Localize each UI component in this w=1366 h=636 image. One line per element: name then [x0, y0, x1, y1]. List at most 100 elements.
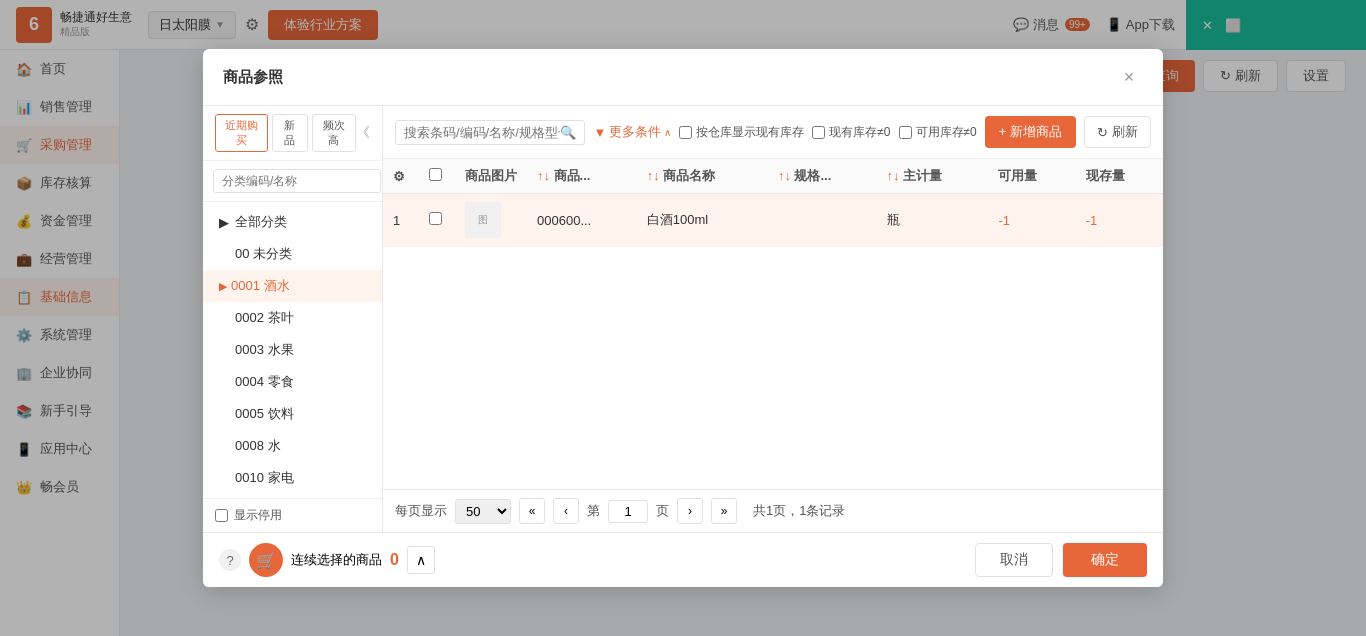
row-image-cell: 图 [455, 194, 527, 247]
sort-spec-icon: ↑↓ [778, 168, 791, 183]
product-table: ⚙ 商品图片 ↑↓ 商品... [383, 159, 1163, 247]
product-table-wrap: ⚙ 商品图片 ↑↓ 商品... [383, 159, 1163, 489]
page-label: 第 [587, 502, 600, 520]
dialog-close-button[interactable]: × [1115, 63, 1143, 91]
existing-stock-checkbox[interactable] [812, 126, 825, 139]
category-item-0004[interactable]: 0004 零食 [203, 366, 382, 398]
cat-arrow-placeholder: ▶ [219, 215, 231, 230]
table-header-name[interactable]: ↑↓ 商品名称 [637, 159, 768, 194]
table-row[interactable]: 1 图 000600... 白酒100ml [383, 194, 1163, 247]
dialog-body: 近期购买 新品 频次高 《 🔍 ▶ [203, 106, 1163, 532]
toolbar-right: + 新增商品 ↻ 刷新 [985, 116, 1151, 148]
refresh-icon: ↻ [1097, 125, 1108, 140]
dialog: 商品参照 × 近期购买 新品 频次高 《 [203, 49, 1163, 587]
collapse-selection-btn[interactable]: ∧ [407, 546, 435, 574]
sort-name-icon: ↑↓ [647, 168, 660, 183]
row-checkbox[interactable] [429, 212, 442, 225]
category-item-0002[interactable]: 0002 茶叶 [203, 302, 382, 334]
available-stock-checkbox-row: 可用库存≠0 [899, 124, 977, 141]
existing-stock-checkbox-row: 现有库存≠0 [812, 124, 890, 141]
page-size-select[interactable]: 50 100 200 [455, 499, 511, 524]
dialog-footer: ? 🛒 连续选择的商品 0 ∧ 取消 确定 [203, 532, 1163, 587]
category-item-all[interactable]: ▶ 全部分类 [203, 206, 382, 238]
table-header-settings[interactable]: ⚙ [383, 159, 419, 194]
warehouse-label: 按仓库显示现有库存 [696, 124, 804, 141]
page-size-label: 每页显示 [395, 502, 447, 520]
row-available: -1 [988, 194, 1075, 247]
footer-left: ? 🛒 连续选择的商品 0 ∧ [219, 543, 435, 577]
footer-right: 取消 确定 [975, 543, 1147, 577]
row-name: 白酒100ml [637, 194, 768, 247]
available-stock-label: 可用库存≠0 [916, 124, 977, 141]
category-item-0001[interactable]: ▶ 0001 酒水 [203, 270, 382, 302]
category-nav-btns: 近期购买 新品 频次高 [215, 114, 356, 152]
row-code: 000600... [527, 194, 637, 247]
prev-page-btn[interactable]: ‹ [553, 498, 579, 524]
table-header-stock: 现存量 [1076, 159, 1163, 194]
table-header-available: 可用量 [988, 159, 1075, 194]
right-panel: 🔍 ▼ 更多条件 ∧ 按仓库显示现有库存 [383, 106, 1163, 532]
add-product-btn[interactable]: + 新增商品 [985, 116, 1076, 148]
modal-overlay: 商品参照 × 近期购买 新品 频次高 《 [0, 0, 1366, 636]
cart-selected-prefix: 连续选择的商品 [291, 551, 382, 569]
page-number-input[interactable] [608, 500, 648, 523]
row-checkbox-cell[interactable] [419, 194, 455, 247]
filter-icon: ▼ [593, 125, 606, 140]
table-settings-icon[interactable]: ⚙ [393, 169, 405, 184]
row-spec [768, 194, 877, 247]
recent-purchase-btn[interactable]: 近期购买 [215, 114, 268, 152]
dialog-header: 商品参照 × [203, 49, 1163, 106]
row-index: 1 [383, 194, 419, 247]
filter-chevron: ∧ [664, 127, 671, 138]
help-button[interactable]: ? [219, 549, 241, 571]
table-header-check[interactable] [419, 159, 455, 194]
row-stock: -1 [1076, 194, 1163, 247]
dialog-title: 商品参照 [223, 68, 283, 87]
category-item-0005[interactable]: 0005 饮料 [203, 398, 382, 430]
search-input-wrap: 🔍 [395, 120, 585, 145]
show-disabled-row: 显示停用 [203, 498, 382, 532]
confirm-button[interactable]: 确定 [1063, 543, 1147, 577]
category-search-row: 🔍 [203, 161, 382, 202]
cart-button[interactable]: 🛒 [249, 543, 283, 577]
category-header: 近期购买 新品 频次高 《 [203, 106, 382, 161]
search-toolbar: 🔍 ▼ 更多条件 ∧ 按仓库显示现有库存 [383, 106, 1163, 159]
refresh-btn[interactable]: ↻ 刷新 [1084, 116, 1151, 148]
category-item-0010[interactable]: 0010 家电 [203, 462, 382, 494]
existing-stock-label: 现有库存≠0 [829, 124, 890, 141]
category-item-uncategorized[interactable]: 00 未分类 [203, 238, 382, 270]
sort-icon: ↑↓ [537, 168, 550, 183]
table-header-spec[interactable]: ↑↓ 规格... [768, 159, 877, 194]
warehouse-checkbox[interactable] [679, 126, 692, 139]
page-suffix: 页 [656, 502, 669, 520]
category-list: ▶ 全部分类 00 未分类 ▶ 0001 酒水 [203, 202, 382, 498]
category-panel: 近期购买 新品 频次高 《 🔍 ▶ [203, 106, 383, 532]
last-page-btn[interactable]: » [711, 498, 737, 524]
table-header-unit[interactable]: ↑↓ 主计量 [877, 159, 989, 194]
category-item-0008[interactable]: 0008 水 [203, 430, 382, 462]
next-page-btn[interactable]: › [677, 498, 703, 524]
page-total: 共1页，1条记录 [753, 502, 845, 520]
show-disabled-label: 显示停用 [234, 507, 282, 524]
first-page-btn[interactable]: « [519, 498, 545, 524]
new-product-btn[interactable]: 新品 [272, 114, 308, 152]
cat-active-arrow: ▶ [219, 280, 227, 293]
frequent-btn[interactable]: 频次高 [312, 114, 356, 152]
category-search-input[interactable] [213, 169, 381, 193]
product-image: 图 [465, 202, 501, 238]
product-search-input[interactable] [404, 125, 560, 140]
filter-btn[interactable]: ▼ 更多条件 ∧ [593, 123, 671, 141]
collapse-panel-btn[interactable]: 《 [356, 124, 370, 142]
show-disabled-checkbox[interactable] [215, 509, 228, 522]
category-item-0003[interactable]: 0003 水果 [203, 334, 382, 366]
table-header-code[interactable]: ↑↓ 商品... [527, 159, 637, 194]
row-unit: 瓶 [877, 194, 989, 247]
cart-selected-count: 0 [390, 551, 399, 569]
available-stock-checkbox[interactable] [899, 126, 912, 139]
table-select-all-checkbox[interactable] [429, 168, 442, 181]
table-header-image: 商品图片 [455, 159, 527, 194]
product-search-icon[interactable]: 🔍 [560, 125, 576, 140]
cancel-button[interactable]: 取消 [975, 543, 1053, 577]
warehouse-checkbox-row: 按仓库显示现有库存 [679, 124, 804, 141]
pagination-row: 每页显示 50 100 200 « ‹ 第 页 › » 共1页，1条记 [383, 489, 1163, 532]
